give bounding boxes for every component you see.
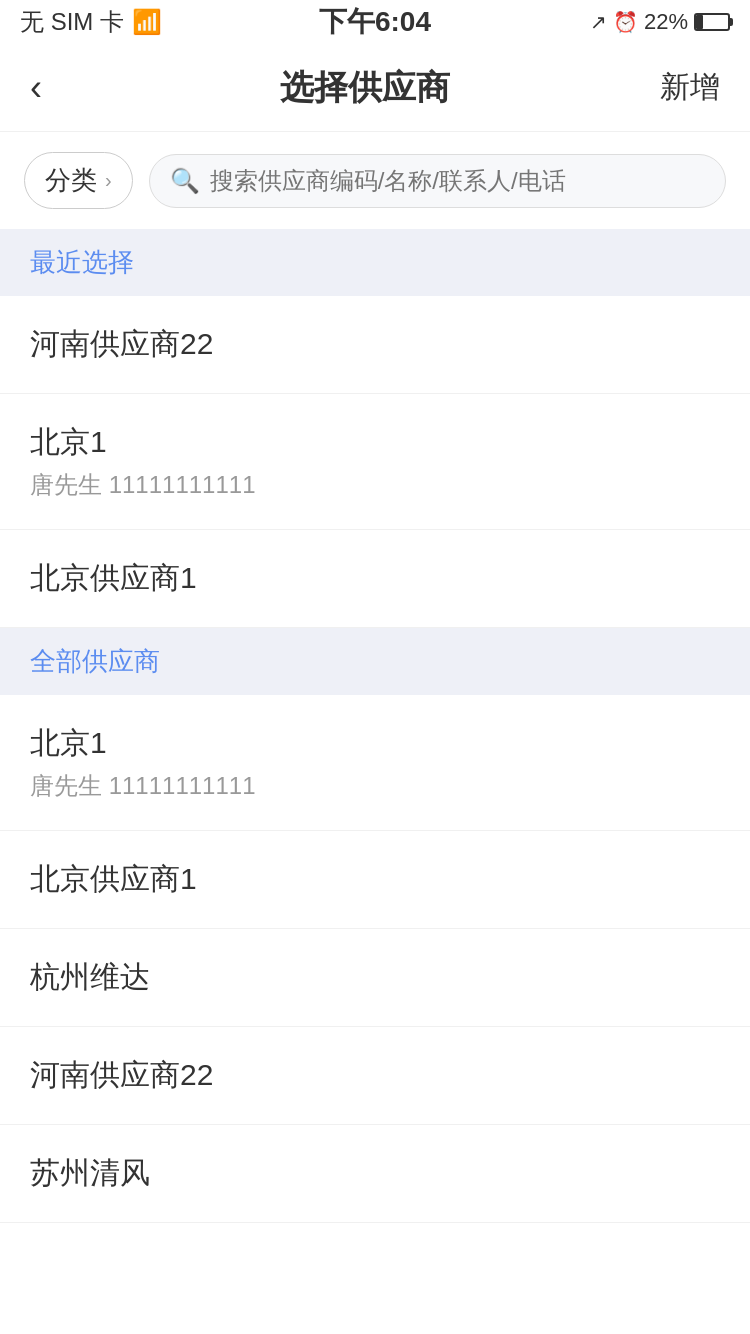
back-button[interactable]: ‹ — [30, 67, 90, 109]
item-name: 苏州清风 — [30, 1153, 720, 1194]
recent-section-header: 最近选择 — [0, 229, 750, 296]
list-item[interactable]: 杭州维达 — [0, 929, 750, 1027]
item-name: 河南供应商22 — [30, 1055, 720, 1096]
filter-bar: 分类 › 🔍 — [0, 132, 750, 229]
status-bar: 无 SIM 卡 📶 下午6:04 ↗ ⏰ 22% — [0, 0, 750, 44]
item-sub: 唐先生 11111111111 — [30, 770, 720, 802]
category-label: 分类 — [45, 163, 97, 198]
chevron-right-icon: › — [105, 169, 112, 192]
status-time: 下午6:04 — [319, 3, 431, 41]
battery-text: 22% — [644, 9, 688, 35]
list-item[interactable]: 河南供应商22 — [0, 1027, 750, 1125]
recent-items-list: 河南供应商22 北京1 唐先生 11111111111 北京供应商1 — [0, 296, 750, 628]
item-name: 杭州维达 — [30, 957, 720, 998]
all-section-header: 全部供应商 — [0, 628, 750, 695]
search-box[interactable]: 🔍 — [149, 154, 726, 208]
wifi-icon: 📶 — [132, 8, 162, 36]
search-input[interactable] — [210, 167, 705, 195]
category-filter-button[interactable]: 分类 › — [24, 152, 133, 209]
item-sub: 唐先生 11111111111 — [30, 469, 720, 501]
item-name: 河南供应商22 — [30, 324, 720, 365]
list-item[interactable]: 北京供应商1 — [0, 831, 750, 929]
list-item[interactable]: 北京1 唐先生 11111111111 — [0, 394, 750, 530]
item-name: 北京供应商1 — [30, 558, 720, 599]
list-item[interactable]: 苏州清风 — [0, 1125, 750, 1223]
no-sim-text: 无 SIM 卡 — [20, 6, 124, 38]
item-name: 北京供应商1 — [30, 859, 720, 900]
list-item[interactable]: 河南供应商22 — [0, 296, 750, 394]
nav-bar: ‹ 选择供应商 新增 — [0, 44, 750, 132]
search-icon: 🔍 — [170, 167, 200, 195]
item-name: 北京1 — [30, 723, 720, 764]
all-items-list: 北京1 唐先生 11111111111 北京供应商1 杭州维达河南供应商22 苏州清风 — [0, 695, 750, 1223]
status-left: 无 SIM 卡 📶 — [20, 6, 162, 38]
alarm-icon: ⏰ — [613, 10, 638, 34]
location-icon: ↗ — [590, 10, 607, 34]
battery-icon — [694, 13, 730, 31]
list-item[interactable]: 北京1 唐先生 11111111111 — [0, 695, 750, 831]
item-name: 北京1 — [30, 422, 720, 463]
add-button[interactable]: 新增 — [640, 67, 720, 108]
list-item[interactable]: 北京供应商1 — [0, 530, 750, 628]
page-title: 选择供应商 — [280, 65, 450, 111]
status-right: ↗ ⏰ 22% — [590, 9, 730, 35]
